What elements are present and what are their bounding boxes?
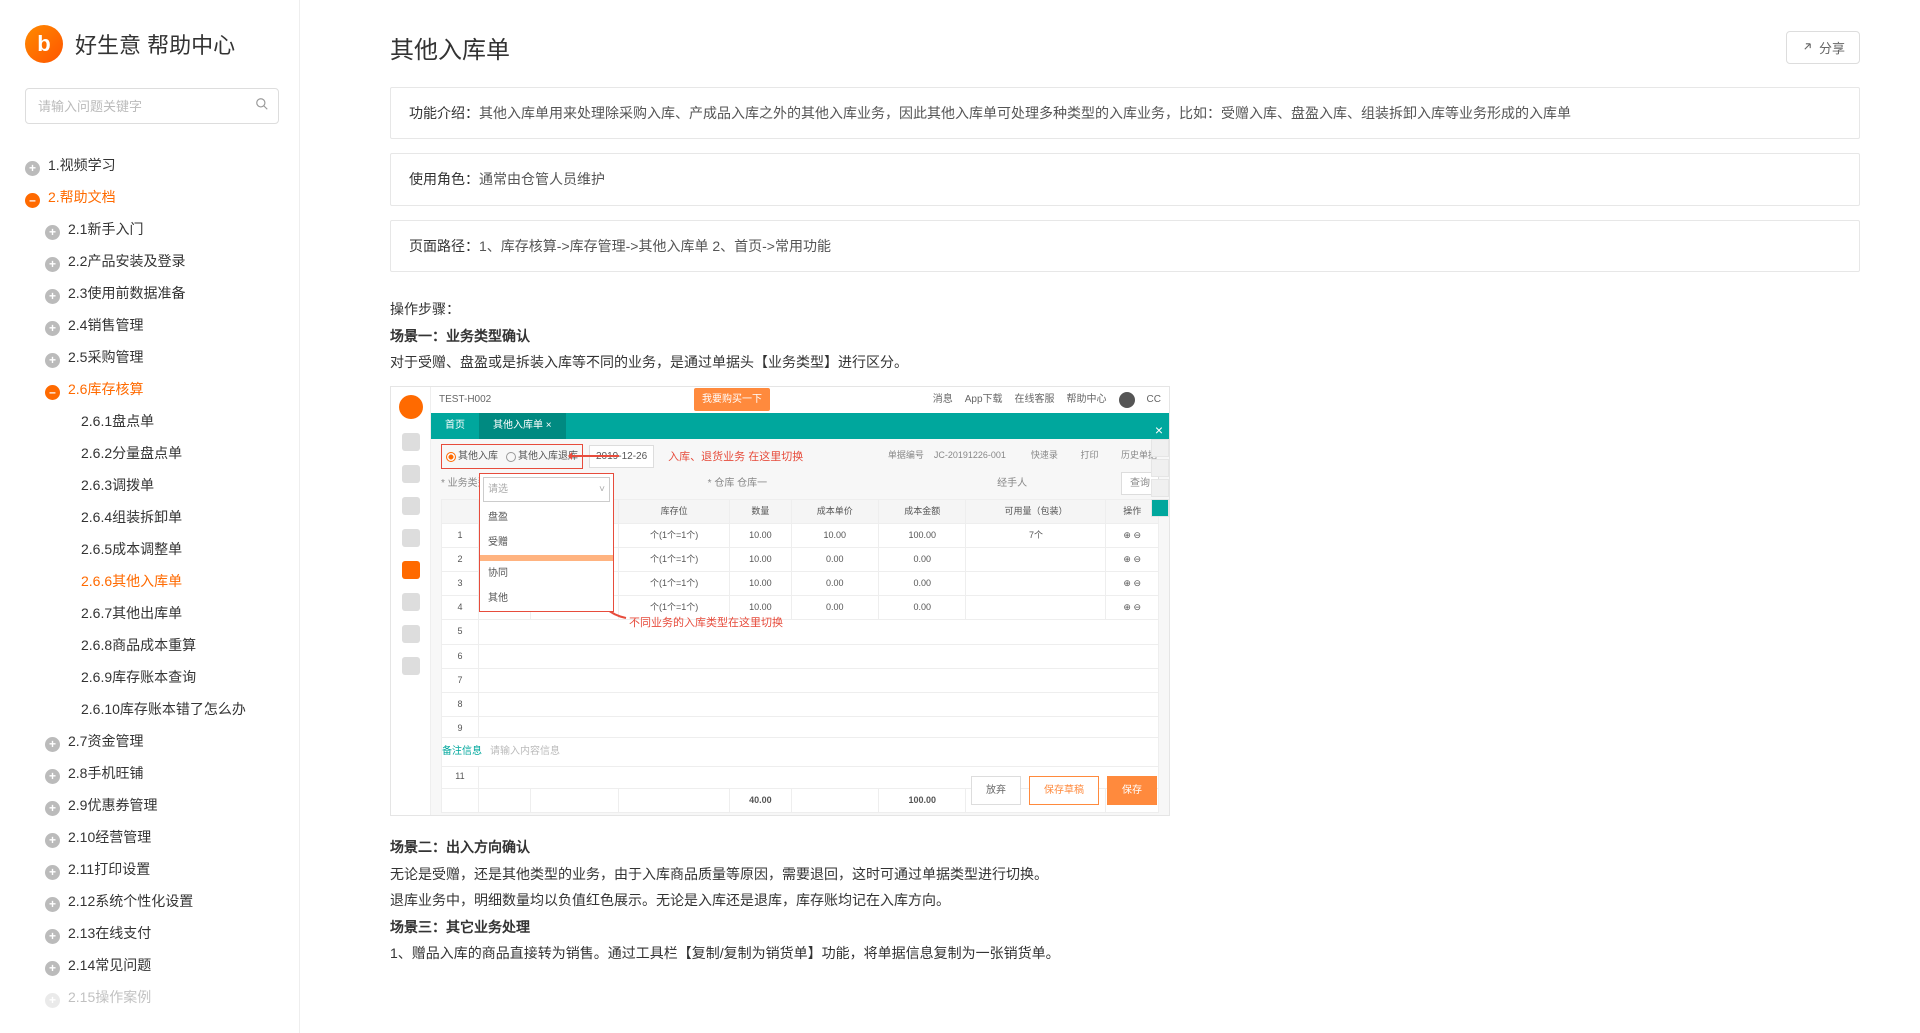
ss-tab: 首页 [431, 413, 479, 439]
ss-buy-button: 我要购买一下 [694, 388, 770, 411]
ss-avatar-icon [1119, 392, 1135, 408]
ss-tab-active: 其他入库单 × [479, 413, 566, 439]
intro-text: 其他入库单用来处理除采购入库、产成品入库之外的其他入库业务，因此其他入库单可处理… [479, 105, 1571, 121]
ss-rail-icon-active [402, 561, 420, 579]
nav-item-2-6[interactable]: –2.6库存核算 [25, 373, 279, 405]
article-body: 操作步骤： 场景一：业务类型确认 对于受赠、盘盈或是拆装入库等不同的业务，是通过… [390, 296, 1860, 967]
ss-top-item: 消息 [933, 390, 953, 409]
logo-icon: b [25, 25, 63, 63]
search-input[interactable] [25, 88, 279, 124]
ss-left-rail [391, 387, 431, 815]
nav-item-2-6-3[interactable]: 2.6.3调拨单 [25, 469, 279, 501]
site-brand: b 好生意 帮助中心 [25, 25, 279, 63]
scene1-desc: 对于受赠、盘盈或是拆装入库等不同的业务，是通过单据头【业务类型】进行区分。 [390, 349, 1860, 376]
ss-annotation-1: 入库、退货业务 在这里切换 [668, 447, 803, 468]
ss-topbar: TEST-H002 我要购买一下 消息 App下载 在线客服 帮助中心 CC [431, 387, 1169, 413]
page-title: 其他入库单 [390, 30, 510, 65]
nav-item-2-13[interactable]: +2.13在线支付 [25, 917, 279, 949]
nav-item-2-14[interactable]: +2.14常见问题 [25, 949, 279, 981]
nav-tree: +1.视频学习 –2.帮助文档 +2.1新手入门 +2.2产品安装及登录 +2.… [25, 149, 279, 1013]
ss-rail-icon [402, 625, 420, 643]
nav-item-2-6-4[interactable]: 2.6.4组装拆卸单 [25, 501, 279, 533]
main-content: 其他入库单 分享 功能介绍：其他入库单用来处理除采购入库、产成品入库之外的其他入… [300, 0, 1920, 1033]
ss-logo-icon [399, 395, 423, 419]
nav-item-video[interactable]: +1.视频学习 [25, 149, 279, 181]
ss-radio-inbound: 其他入库 [446, 447, 498, 466]
ss-annotation-2: 不同业务的入库类型在这里切换 [629, 613, 783, 634]
nav-item-2-12[interactable]: +2.12系统个性化设置 [25, 885, 279, 917]
search-box [25, 88, 279, 124]
ss-tenant: TEST-H002 [439, 390, 491, 409]
nav-item-2-6-9[interactable]: 2.6.9库存账本查询 [25, 661, 279, 693]
nav-item-2-6-7[interactable]: 2.6.7其他出库单 [25, 597, 279, 629]
nav-item-2-15[interactable]: +2.15操作案例 [25, 981, 279, 1013]
nav-item-2-6-10[interactable]: 2.6.10库存账本错了怎么办 [25, 693, 279, 725]
nav-item-2-3[interactable]: +2.3使用前数据准备 [25, 277, 279, 309]
ss-rail-icon [402, 593, 420, 611]
nav-item-2-6-5[interactable]: 2.6.5成本调整单 [25, 533, 279, 565]
ss-toolbar: 单据编号 JC-20191226-001 快速录 打印 历史单据 [888, 447, 1157, 464]
scene2-title: 场景二：出入方向确认 [390, 839, 530, 855]
ss-highlight-box: 其他入库 其他入库退库 [441, 444, 583, 469]
nav-item-2-6-6[interactable]: 2.6.6其他入库单 [25, 565, 279, 597]
path-label: 页面路径： [409, 238, 479, 254]
nav-item-2-7[interactable]: +2.7资金管理 [25, 725, 279, 757]
ss-rail-icon [402, 433, 420, 451]
nav-item-2-10[interactable]: +2.10经营管理 [25, 821, 279, 853]
ss-date: 2019-12-26 [589, 445, 654, 468]
steps-label: 操作步骤： [390, 296, 1860, 323]
ss-top-item: CC [1147, 390, 1161, 409]
ss-rail-icon [402, 465, 420, 483]
nav-item-docs[interactable]: –2.帮助文档 [25, 181, 279, 213]
nav-item-2-9[interactable]: +2.9优惠券管理 [25, 789, 279, 821]
scene2-line2: 退库业务中，明细数量均以负值红色展示。无论是入库还是退库，库存账均记在入库方向。 [390, 887, 1860, 914]
ss-dropdown: 请选˅ 盘盈 受赠 协同 其他 [479, 473, 614, 612]
ss-arrow-icon [569, 455, 619, 457]
scene2-line1: 无论是受赠，还是其他类型的业务，由于入库商品质量等原因，需要退回，这时可通过单据… [390, 861, 1860, 888]
ss-right-tools [1151, 439, 1169, 589]
ss-rail-icon [402, 497, 420, 515]
share-button[interactable]: 分享 [1786, 31, 1860, 64]
share-icon [1801, 40, 1814, 56]
nav-item-2-1[interactable]: +2.1新手入门 [25, 213, 279, 245]
nav-item-2-5[interactable]: +2.5采购管理 [25, 341, 279, 373]
role-label: 使用角色： [409, 171, 479, 187]
path-text: 1、库存核算->库存管理->其他入库单 2、首页->常用功能 [479, 238, 831, 254]
nav-item-2-6-8[interactable]: 2.6.8商品成本重算 [25, 629, 279, 661]
nav-item-2-6-1[interactable]: 2.6.1盘点单 [25, 405, 279, 437]
scene1-title: 场景一：业务类型确认 [390, 328, 530, 344]
nav-item-2-2[interactable]: +2.2产品安装及登录 [25, 245, 279, 277]
ss-footer-buttons: 放弃 保存草稿 保存 [971, 776, 1157, 805]
site-title: 好生意 帮助中心 [75, 28, 235, 60]
path-box: 页面路径：1、库存核算->库存管理->其他入库单 2、首页->常用功能 [390, 220, 1860, 272]
scene3-title: 场景三：其它业务处理 [390, 919, 530, 935]
ss-top-item: 在线客服 [1015, 390, 1055, 409]
ss-remark: 备注信息 请输入内容信息 [441, 737, 1159, 767]
intro-label: 功能介绍： [409, 105, 479, 121]
ss-top-item: 帮助中心 [1067, 390, 1107, 409]
ss-rail-icon [402, 529, 420, 547]
ss-rail-icon [402, 657, 420, 675]
ss-top-item: App下载 [965, 390, 1003, 409]
sidebar: b 好生意 帮助中心 +1.视频学习 –2.帮助文档 +2.1新手入门 +2.2… [0, 0, 300, 1033]
role-text: 通常由仓管人员维护 [479, 171, 605, 187]
nav-item-2-4[interactable]: +2.4销售管理 [25, 309, 279, 341]
nav-item-2-6-2[interactable]: 2.6.2分量盘点单 [25, 437, 279, 469]
scene3-line1: 1、赠品入库的商品直接转为销售。通过工具栏【复制/复制为销货单】功能，将单据信息… [390, 940, 1860, 967]
intro-box: 功能介绍：其他入库单用来处理除采购入库、产成品入库之外的其他入库业务，因此其他入… [390, 87, 1860, 139]
ss-tabs: 首页 其他入库单 × × [431, 413, 1169, 439]
nav-item-2-11[interactable]: +2.11打印设置 [25, 853, 279, 885]
nav-item-2-8[interactable]: +2.8手机旺铺 [25, 757, 279, 789]
role-box: 使用角色：通常由仓管人员维护 [390, 153, 1860, 205]
search-icon[interactable] [255, 97, 269, 115]
embedded-screenshot: TEST-H002 我要购买一下 消息 App下载 在线客服 帮助中心 CC 首… [390, 386, 1170, 816]
